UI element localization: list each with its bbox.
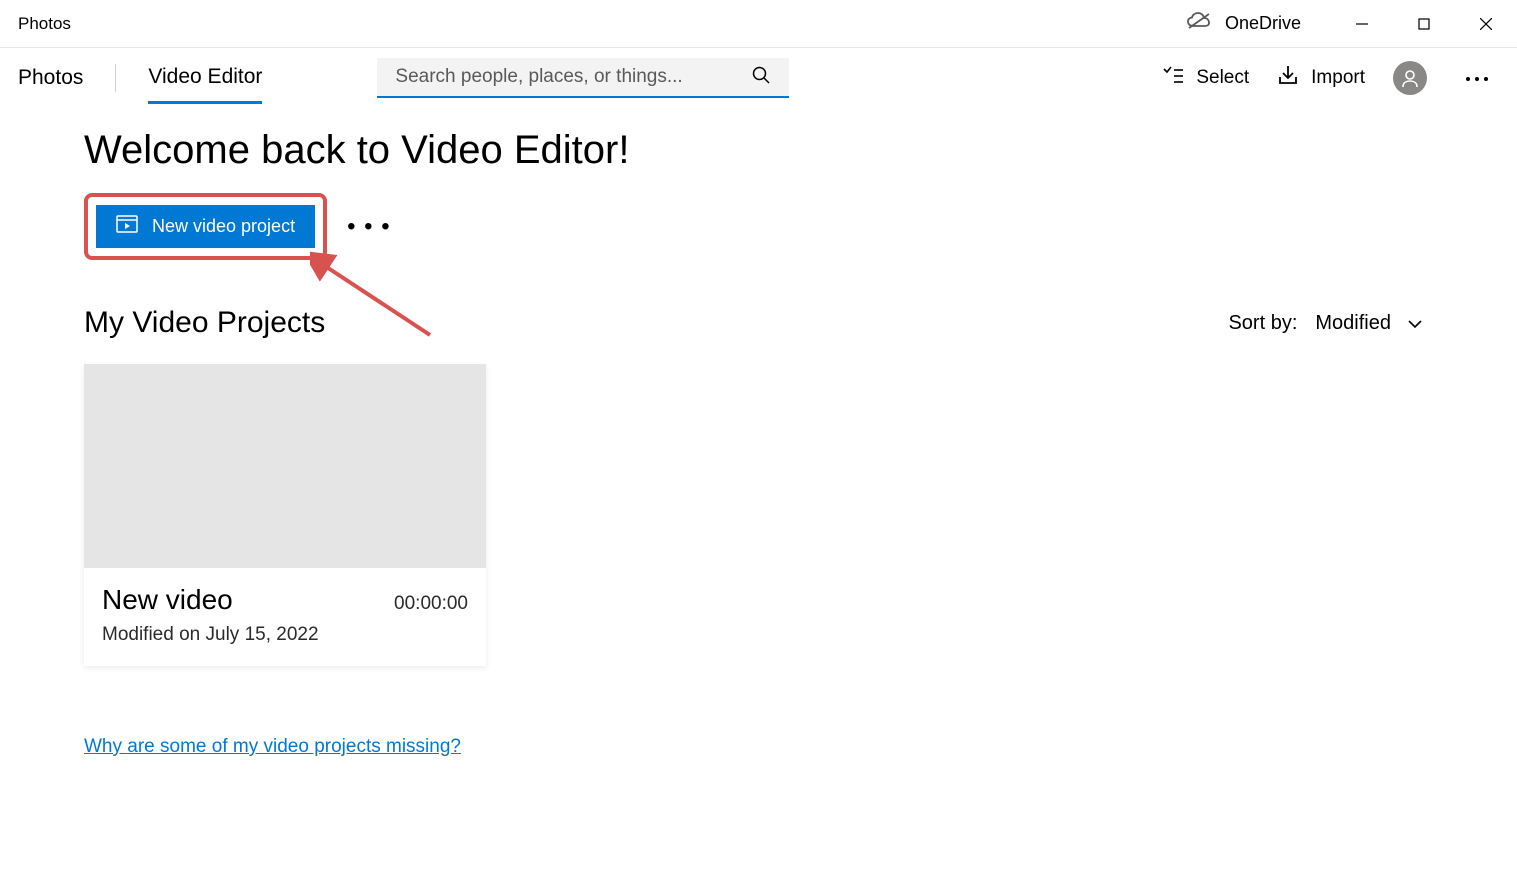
tab-video-editor[interactable]: Video Editor — [148, 53, 262, 104]
sort-group: Sort by: Modified — [1228, 312, 1423, 335]
maximize-button[interactable] — [1393, 0, 1455, 48]
search-box[interactable] — [377, 58, 789, 98]
select-button[interactable]: Select — [1162, 65, 1249, 91]
project-title-row: New video 00:00:00 — [102, 584, 468, 616]
tabs: Photos Video Editor — [18, 53, 262, 104]
search-icon[interactable] — [751, 65, 771, 90]
content-area: Welcome back to Video Editor! New video … — [0, 108, 1517, 758]
new-video-project-label: New video project — [152, 216, 295, 237]
onedrive-status[interactable]: OneDrive — [1187, 12, 1301, 35]
import-label: Import — [1311, 67, 1365, 89]
more-options-button[interactable]: • • • — [347, 213, 391, 241]
project-thumbnail — [84, 364, 486, 568]
app-title: Photos — [18, 14, 71, 34]
new-video-project-button[interactable]: New video project — [96, 205, 315, 248]
project-info: New video 00:00:00 Modified on July 15, … — [84, 568, 486, 666]
avatar[interactable] — [1393, 61, 1427, 95]
select-icon — [1162, 65, 1184, 91]
projects-title: My Video Projects — [84, 306, 325, 340]
sort-value: Modified — [1315, 312, 1391, 335]
search-input[interactable] — [395, 66, 751, 88]
tab-photos[interactable]: Photos — [18, 54, 83, 102]
cloud-off-icon — [1187, 12, 1211, 35]
project-card[interactable]: New video 00:00:00 Modified on July 15, … — [84, 364, 486, 666]
tab-separator — [115, 64, 116, 92]
window-controls — [1331, 0, 1517, 47]
project-duration: 00:00:00 — [394, 593, 468, 615]
import-button[interactable]: Import — [1277, 64, 1365, 92]
projects-header: My Video Projects Sort by: Modified — [84, 306, 1433, 340]
titlebar-right: OneDrive — [1187, 0, 1517, 47]
select-label: Select — [1196, 67, 1249, 89]
minimize-button[interactable] — [1331, 0, 1393, 48]
annotation-highlight: New video project — [84, 193, 327, 260]
import-icon — [1277, 64, 1299, 92]
sort-dropdown[interactable]: Modified — [1315, 312, 1423, 335]
chevron-down-icon — [1407, 312, 1423, 335]
page-title: Welcome back to Video Editor! — [84, 128, 1433, 173]
missing-projects-link[interactable]: Why are some of my video projects missin… — [84, 736, 461, 758]
project-modified: Modified on July 15, 2022 — [102, 624, 468, 646]
video-project-icon — [116, 215, 138, 238]
more-button[interactable] — [1455, 69, 1499, 87]
close-button[interactable] — [1455, 0, 1517, 48]
toolbar-right: Select Import — [1162, 61, 1499, 95]
toolbar: Photos Video Editor Select — [0, 48, 1517, 108]
sort-label: Sort by: — [1228, 312, 1297, 335]
titlebar: Photos OneDrive — [0, 0, 1517, 48]
new-project-row: New video project • • • — [84, 193, 1433, 260]
onedrive-label: OneDrive — [1225, 13, 1301, 34]
project-name: New video — [102, 584, 233, 616]
